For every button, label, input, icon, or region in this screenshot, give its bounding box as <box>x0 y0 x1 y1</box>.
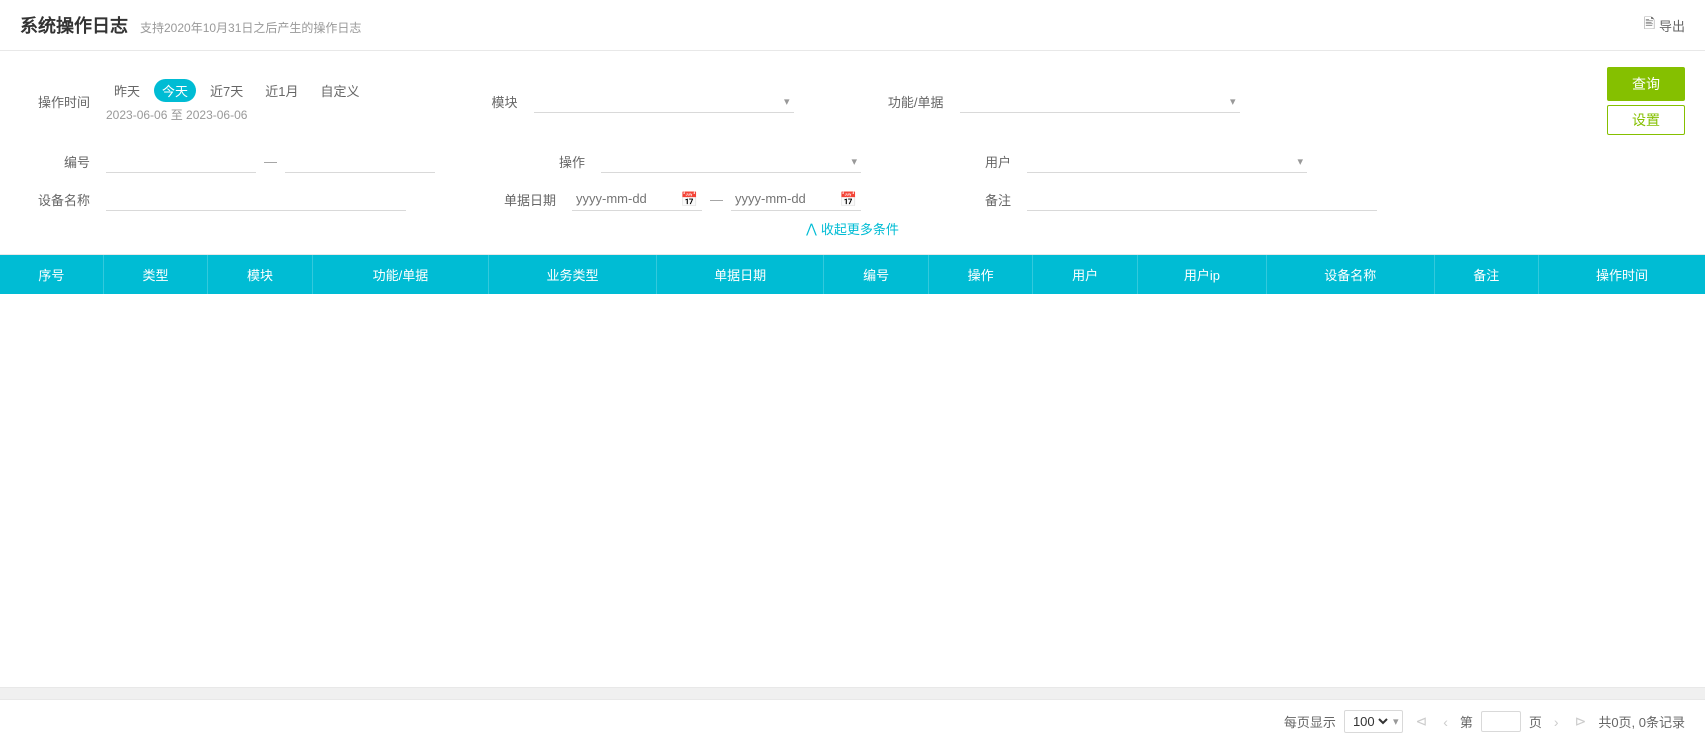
time-filter-group: 操作时间 昨天 今天 近7天 近1月 自定义 2023-06-06 至 2023… <box>20 79 368 123</box>
module-label: 模块 <box>448 92 518 111</box>
col-业务类型: 业务类型 <box>489 255 657 294</box>
operation-filter: 操作 ▾ <box>515 149 861 173</box>
module-filter: 模块 ▾ <box>448 89 794 113</box>
filter-row-2: 编号 — 操作 ▾ 用户 <box>20 149 1685 173</box>
operation-label: 操作 <box>515 152 585 171</box>
function-label: 功能/单据 <box>874 92 944 111</box>
device-input[interactable] <box>106 187 406 211</box>
voucher-date-filter: 单据日期 📅 — 📅 <box>486 187 861 211</box>
date-picker-group: 📅 — 📅 <box>572 187 861 211</box>
page-subtitle: 支持2020年10月31日之后产生的操作日志 <box>140 19 361 36</box>
remark-filter: 备注 <box>941 187 1377 211</box>
voucher-date-label: 单据日期 <box>486 190 556 209</box>
collapse-row: ⋀ 收起更多条件 <box>20 219 1685 238</box>
per-page-select[interactable]: 10 20 50 100 200 <box>1349 713 1391 730</box>
filter-area: 操作时间 昨天 今天 近7天 近1月 自定义 2023-06-06 至 2023… <box>0 51 1705 255</box>
col-操作时间: 操作时间 <box>1539 255 1705 294</box>
collapse-label: 收起更多条件 <box>821 219 899 238</box>
col-备注: 备注 <box>1434 255 1538 294</box>
time-btn-yesterday[interactable]: 昨天 <box>106 79 148 102</box>
settings-button[interactable]: 设置 <box>1607 105 1685 135</box>
horizontal-scrollbar[interactable] <box>0 687 1705 699</box>
col-操作: 操作 <box>928 255 1032 294</box>
export-button[interactable]: 🖹 导出 <box>1644 13 1685 37</box>
last-page-button[interactable]: ⊳ <box>1571 711 1591 732</box>
page-number-input[interactable]: 1 <box>1481 711 1521 732</box>
col-设备名称: 设备名称 <box>1266 255 1434 294</box>
next-page-button[interactable]: › <box>1550 712 1563 732</box>
time-label: 操作时间 <box>20 92 90 111</box>
number-end-input[interactable] <box>285 149 435 173</box>
remark-label: 备注 <box>941 190 1011 209</box>
filter-row-3: 设备名称 单据日期 📅 — 📅 <box>20 187 1685 211</box>
export-icon: 🖹 <box>1644 13 1655 37</box>
pagination-summary: 共0页, 0条记录 <box>1598 712 1685 731</box>
page-title: 系统操作日志 <box>20 12 128 38</box>
col-类型: 类型 <box>103 255 207 294</box>
col-用户ip: 用户ip <box>1137 255 1266 294</box>
remark-input[interactable] <box>1027 187 1377 211</box>
module-select-wrapper: ▾ <box>534 89 794 113</box>
number-label: 编号 <box>20 152 90 171</box>
per-page-chevron-icon: ▾ <box>1393 715 1399 728</box>
export-label: 导出 <box>1659 16 1685 35</box>
date-start-wrapper: 📅 <box>572 187 702 211</box>
user-label: 用户 <box>941 152 1011 171</box>
first-page-button[interactable]: ⊲ <box>1411 711 1431 732</box>
time-btn-1month[interactable]: 近1月 <box>257 79 306 102</box>
header-left: 系统操作日志 支持2020年10月31日之后产生的操作日志 <box>20 12 361 38</box>
collapse-up-icon: ⋀ <box>806 221 817 237</box>
time-btn-7days[interactable]: 近7天 <box>202 79 251 102</box>
table-header-row: 序号 类型 模块 功能/单据 业务类型 单据日期 编号 操作 用户 用户ip 设… <box>0 255 1705 294</box>
page-label: 第 <box>1460 712 1473 731</box>
collapse-button[interactable]: ⋀ 收起更多条件 <box>806 219 899 238</box>
time-btn-custom[interactable]: 自定义 <box>313 79 368 102</box>
page-header: 系统操作日志 支持2020年10月31日之后产生的操作日志 🖹 导出 <box>0 0 1705 51</box>
device-label: 设备名称 <box>20 190 90 209</box>
module-select[interactable] <box>534 89 794 113</box>
action-buttons: 查询 设置 <box>1607 67 1685 135</box>
query-button[interactable]: 查询 <box>1607 67 1685 101</box>
number-filter: 编号 — <box>20 149 435 173</box>
number-sep: — <box>264 154 277 169</box>
number-start-input[interactable] <box>106 149 256 173</box>
number-range: — <box>106 149 435 173</box>
page-suffix: 页 <box>1529 712 1542 731</box>
date-end-wrapper: 📅 <box>731 187 861 211</box>
scrollbar-inner <box>0 688 1705 699</box>
time-buttons: 昨天 今天 近7天 近1月 自定义 <box>106 79 368 102</box>
device-filter: 设备名称 <box>20 187 406 211</box>
date-sep: — <box>710 192 723 207</box>
prev-page-button[interactable]: ‹ <box>1439 712 1452 732</box>
table-footer: 每页显示 10 20 50 100 200 ▾ ⊲ ‹ 第 1 页 › ⊳ 共0… <box>0 699 1705 743</box>
time-filter-controls: 昨天 今天 近7天 近1月 自定义 2023-06-06 至 2023-06-0… <box>106 79 368 123</box>
time-btn-today[interactable]: 今天 <box>154 79 196 102</box>
operation-select-wrapper: ▾ <box>601 149 861 173</box>
function-select-wrapper: ▾ <box>960 89 1240 113</box>
filter-row-1: 操作时间 昨天 今天 近7天 近1月 自定义 2023-06-06 至 2023… <box>20 67 1685 135</box>
user-select[interactable] <box>1027 149 1307 173</box>
function-filter: 功能/单据 ▾ <box>874 89 1240 113</box>
table-header: 序号 类型 模块 功能/单据 业务类型 单据日期 编号 操作 用户 用户ip 设… <box>0 255 1705 294</box>
col-模块: 模块 <box>208 255 312 294</box>
col-功能单据: 功能/单据 <box>312 255 488 294</box>
col-单据日期: 单据日期 <box>656 255 824 294</box>
col-用户: 用户 <box>1033 255 1137 294</box>
user-filter: 用户 ▾ <box>941 149 1307 173</box>
table-wrapper: 序号 类型 模块 功能/单据 业务类型 单据日期 编号 操作 用户 用户ip 设… <box>0 255 1705 687</box>
function-select[interactable] <box>960 89 1240 113</box>
operation-select[interactable] <box>601 149 861 173</box>
user-select-wrapper: ▾ <box>1027 149 1307 173</box>
col-编号: 编号 <box>824 255 928 294</box>
per-page-label: 每页显示 <box>1284 712 1336 731</box>
calendar-end-icon[interactable]: 📅 <box>840 191 857 208</box>
col-序号: 序号 <box>0 255 103 294</box>
data-table: 序号 类型 模块 功能/单据 业务类型 单据日期 编号 操作 用户 用户ip 设… <box>0 255 1705 294</box>
per-page-select-wrapper: 10 20 50 100 200 ▾ <box>1344 710 1404 733</box>
time-range-display: 2023-06-06 至 2023-06-06 <box>106 106 368 123</box>
calendar-start-icon[interactable]: 📅 <box>681 191 698 208</box>
